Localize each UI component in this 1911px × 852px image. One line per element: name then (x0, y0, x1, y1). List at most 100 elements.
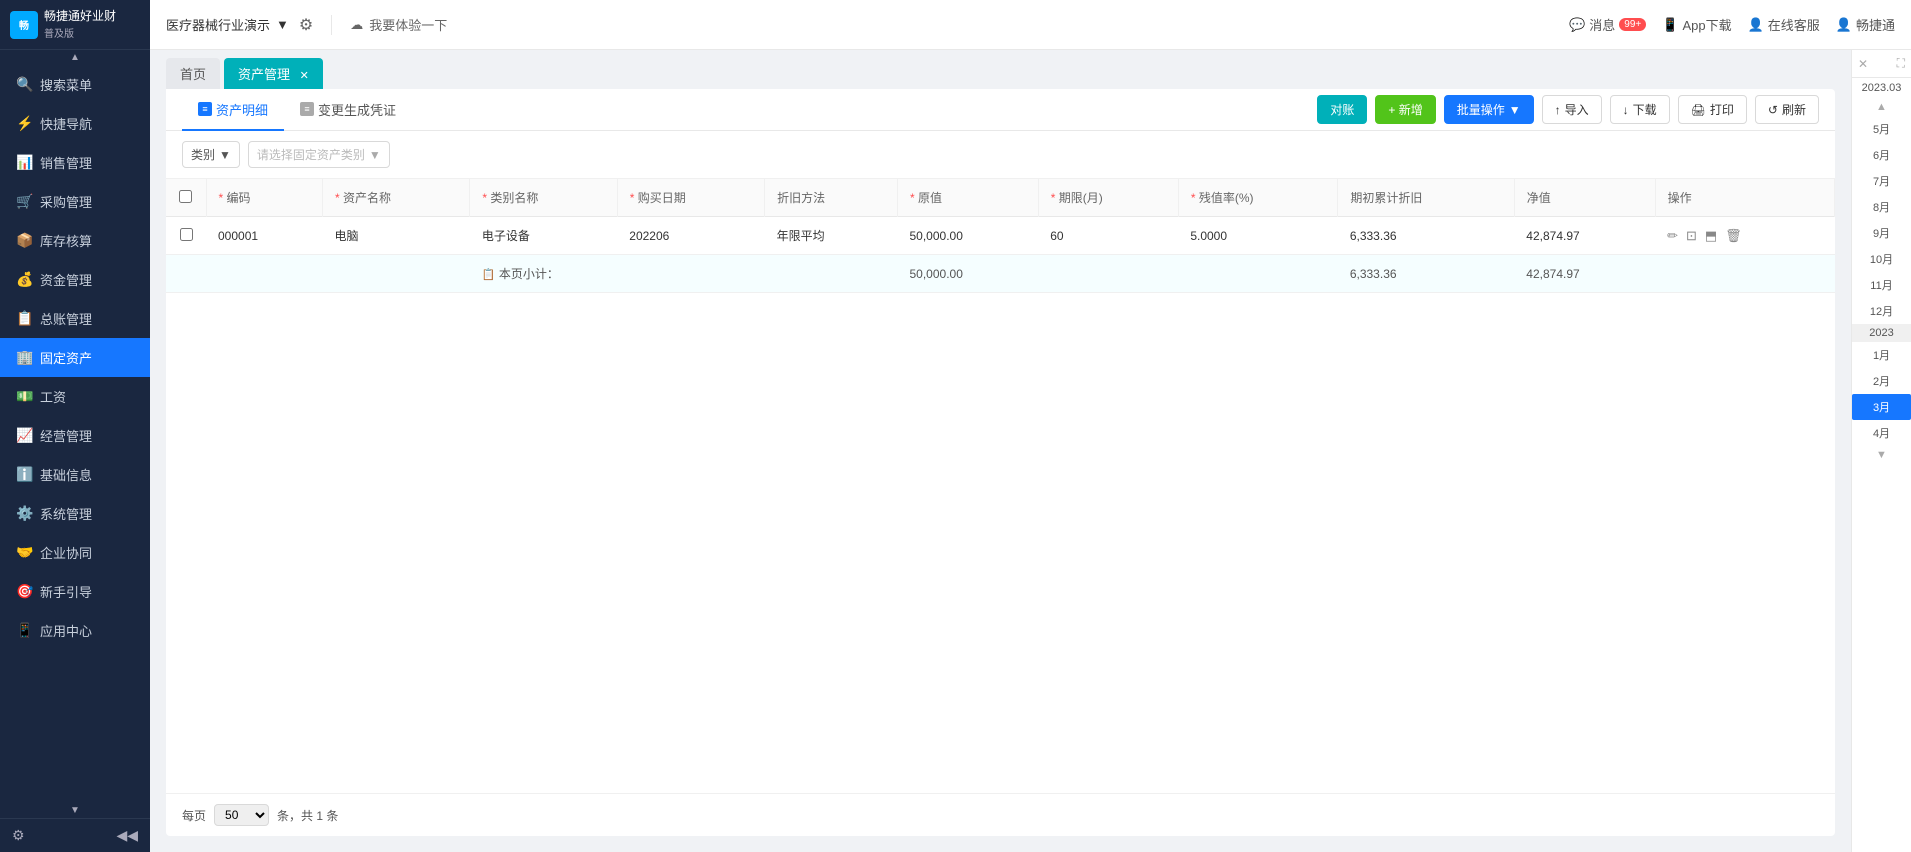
sidebar-item-label: 搜索菜单 (40, 75, 92, 94)
sidebar-item-system[interactable]: ⚙️ 系统管理 (0, 494, 150, 533)
month-4[interactable]: 4月 (1852, 420, 1911, 446)
month-11[interactable]: 11月 (1852, 272, 1911, 298)
month-2[interactable]: 2月 (1852, 368, 1911, 394)
sidebar-item-finance[interactable]: 💰 资金管理 (0, 260, 150, 299)
export-icon[interactable]: ⬒ (1705, 228, 1717, 244)
month-1[interactable]: 1月 (1852, 342, 1911, 368)
sidebar-item-label: 企业协同 (40, 543, 92, 562)
sidebar-item-label: 基础信息 (40, 465, 92, 484)
search-icon: 🔍 (16, 76, 32, 93)
sidebar-item-enterprise[interactable]: 🤝 企业协同 (0, 533, 150, 572)
sidebar-item-purchase[interactable]: 🛒 采购管理 (0, 182, 150, 221)
month-12[interactable]: 12月 (1852, 298, 1911, 324)
month-10[interactable]: 10月 (1852, 246, 1911, 272)
subtotal-icon: 📋 (482, 269, 496, 281)
tab-asset-label: 资产管理 (238, 67, 290, 82)
download-icon: ↓ (1623, 103, 1629, 117)
td-action: ✏ ⊡ ⬒ 🗑 (1655, 217, 1834, 255)
sidebar-item-label: 快捷导航 (40, 114, 92, 133)
th-term: 期限(月) (1038, 179, 1178, 217)
online-service-button[interactable]: 👤 在线客服 (1748, 15, 1820, 34)
batch-ops-button[interactable]: 批量操作 ▼ (1444, 95, 1534, 124)
per-page-select[interactable]: 50 10 20 100 (214, 804, 269, 826)
table-row: 000001 电脑 电子设备 202206 年限平均 50,000.00 60 … (166, 217, 1835, 255)
refresh-button[interactable]: ↺ 刷新 (1755, 95, 1819, 124)
import-icon: ↑ (1555, 103, 1561, 117)
import-button[interactable]: ↑ 导入 (1542, 95, 1602, 124)
subtotal-net-value: 42,874.97 (1514, 255, 1655, 293)
experience-link[interactable]: ☁ 我要体验一下 (350, 15, 447, 34)
sidebar-item-label: 应用中心 (40, 621, 92, 640)
app-download-label: App下载 (1682, 15, 1731, 34)
month-6[interactable]: 6月 (1852, 142, 1911, 168)
scroll-up-months[interactable]: ▲ (1852, 98, 1911, 116)
message-button[interactable]: 💬 消息 99+ (1569, 15, 1646, 34)
sidebar-item-general[interactable]: 📋 总账管理 (0, 299, 150, 338)
download-icon: 📱 (1662, 17, 1678, 33)
company-dropdown-icon: ▼ (276, 17, 289, 32)
th-category: 类别名称 (470, 179, 617, 217)
month-3-current[interactable]: 3月 (1852, 394, 1911, 420)
sub-tab-change-voucher[interactable]: ≡ 变更生成凭证 (284, 90, 412, 131)
copy-icon[interactable]: ⊡ (1686, 228, 1697, 244)
divider (331, 15, 332, 35)
delete-icon[interactable]: 🗑 (1725, 228, 1742, 244)
sidebar-scroll-down[interactable]: ▼ (0, 803, 150, 818)
month-8[interactable]: 8月 (1852, 194, 1911, 220)
row-checkbox[interactable] (180, 228, 193, 241)
month-9[interactable]: 9月 (1852, 220, 1911, 246)
sidebar-item-label: 新手引导 (40, 582, 92, 601)
collapse-icon[interactable]: ◀◀ (116, 827, 138, 844)
category-select-input[interactable]: 请选择固定资产类别 ▼ (248, 141, 390, 168)
logo-text-group: 畅捷通好业财 普及版 (44, 9, 116, 40)
sidebar-item-label: 固定资产 (40, 348, 92, 367)
tab-asset-management[interactable]: 资产管理 ✕ (224, 58, 323, 89)
avatar-icon: 👤 (1836, 17, 1852, 33)
sidebar-item-label: 经营管理 (40, 426, 92, 445)
sub-tab-asset-detail[interactable]: ≡ 资产明细 (182, 90, 284, 131)
sidebar-item-basic-info[interactable]: ℹ️ 基础信息 (0, 455, 150, 494)
close-panel-icon[interactable]: ✕ (1858, 57, 1868, 71)
asset-detail-icon: ≡ (198, 102, 212, 116)
print-button[interactable]: 🖨 打印 (1678, 95, 1747, 124)
sidebar-scroll-up[interactable]: ▲ (0, 50, 150, 65)
sidebar-item-inventory[interactable]: 📦 库存核算 (0, 221, 150, 260)
subtotal-empty-4 (1038, 255, 1178, 293)
company-selector[interactable]: 医疗器械行业演示 ▼ (166, 15, 289, 34)
month-7[interactable]: 7月 (1852, 168, 1911, 194)
tab-close-icon[interactable]: ✕ (300, 70, 309, 82)
sidebar-item-guide[interactable]: 🎯 新手引导 (0, 572, 150, 611)
message-label: 消息 (1589, 15, 1615, 34)
sidebar-item-quick-nav[interactable]: ⚡ 快捷导航 (0, 104, 150, 143)
reconcile-button[interactable]: 对账 (1317, 95, 1367, 124)
content-area: 首页 资产管理 ✕ ≡ 资产明细 ≡ 变更生成凭证 (150, 50, 1911, 852)
year-2023-label: 2023 (1852, 324, 1911, 342)
category-filter[interactable]: 类别 ▼ (182, 141, 240, 168)
settings-icon[interactable]: ⚙ (299, 15, 313, 35)
user-avatar-button[interactable]: 👤 畅捷通 (1836, 15, 1895, 34)
month-5[interactable]: 5月 (1852, 116, 1911, 142)
settings-icon[interactable]: ⚙ (12, 827, 25, 844)
th-checkbox (166, 179, 206, 217)
pagination: 每页 50 10 20 100 条，共 1 条 (166, 793, 1835, 836)
basic-info-icon: ℹ️ (16, 466, 32, 483)
app-name: 畅捷通好业财 (44, 9, 116, 25)
app-download-button[interactable]: 📱 App下载 (1662, 15, 1731, 34)
sidebar-item-search[interactable]: 🔍 搜索菜单 (0, 65, 150, 104)
print-label: 打印 (1710, 101, 1734, 118)
tab-home[interactable]: 首页 (166, 58, 220, 89)
edit-icon[interactable]: ✏ (1667, 228, 1678, 244)
username: 畅捷通 (1856, 15, 1895, 34)
select-all-checkbox[interactable] (179, 190, 192, 203)
new-button[interactable]: + 新增 (1375, 95, 1435, 124)
sidebar-item-fixed-assets[interactable]: 🏢 固定资产 (0, 338, 150, 377)
td-purchase-date: 202206 (617, 217, 764, 255)
sidebar-item-salary[interactable]: 💵 工资 (0, 377, 150, 416)
sidebar-item-business[interactable]: 📈 经营管理 (0, 416, 150, 455)
inventory-icon: 📦 (16, 232, 32, 249)
expand-panel-icon[interactable]: ⛶ (1897, 56, 1905, 71)
scroll-down-months[interactable]: ▼ (1852, 446, 1911, 464)
sidebar-item-app-center[interactable]: 📱 应用中心 (0, 611, 150, 650)
sidebar-item-sales[interactable]: 📊 销售管理 (0, 143, 150, 182)
download-button[interactable]: ↓ 下载 (1610, 95, 1670, 124)
